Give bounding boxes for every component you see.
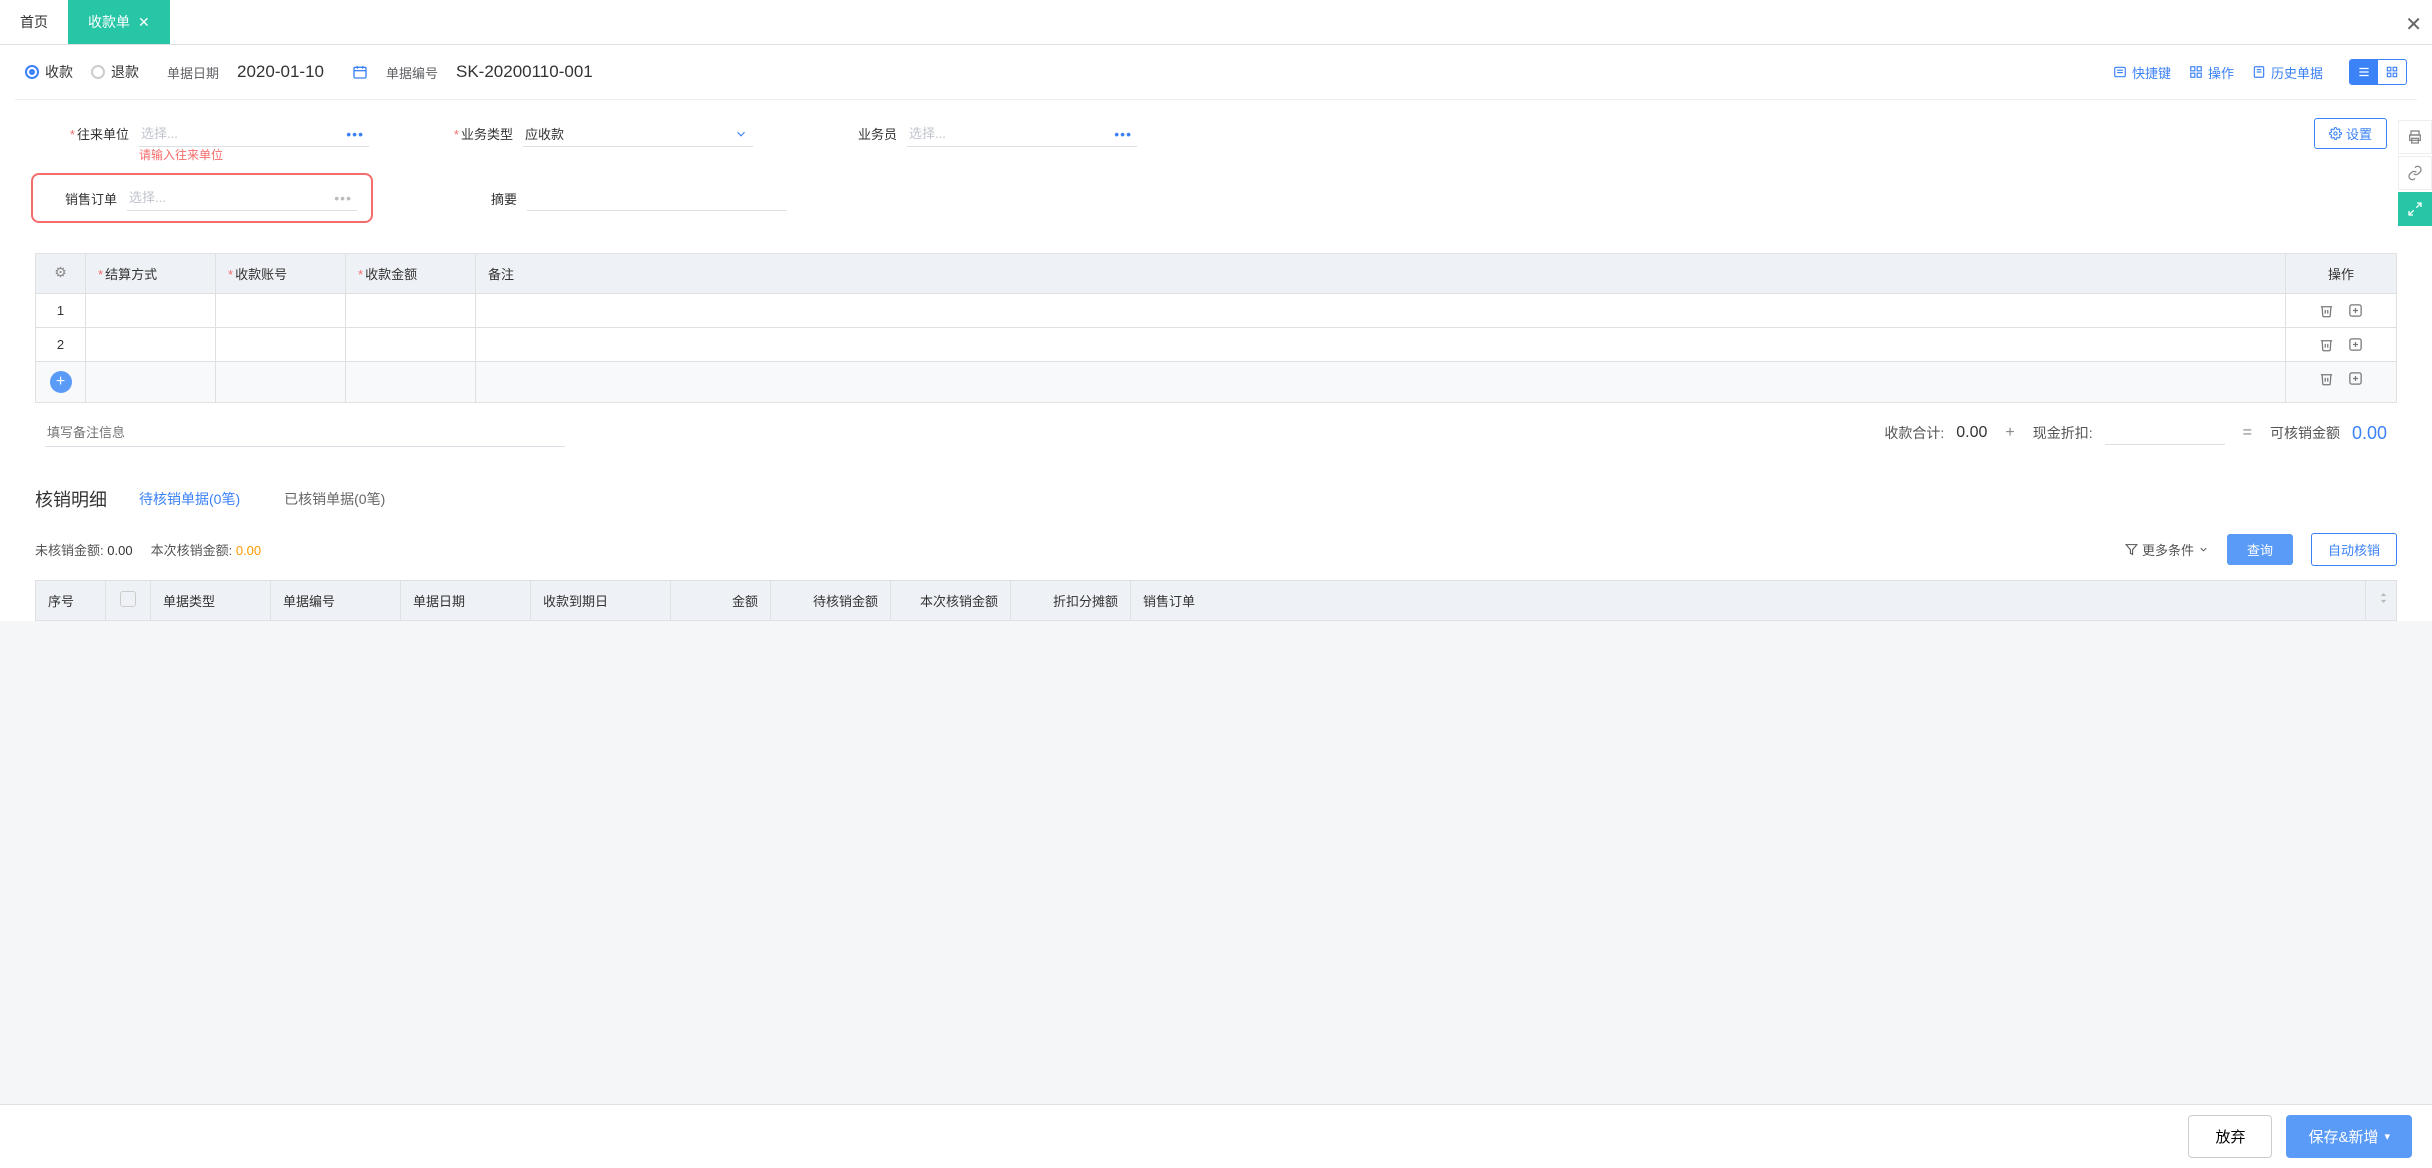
summary-input[interactable] xyxy=(527,185,787,211)
counterparty-error: 请输入往来单位 xyxy=(139,146,223,163)
close-icon[interactable]: ✕ xyxy=(138,14,150,31)
expand-icon[interactable] xyxy=(2398,192,2432,226)
doc-no-value: SK-20200110-001 xyxy=(456,62,593,82)
chevron-down-icon[interactable] xyxy=(734,127,748,141)
salesorder-highlight: 销售订单 ••• xyxy=(31,173,373,223)
lookup-icon[interactable]: ••• xyxy=(1114,126,1132,142)
print-icon[interactable] xyxy=(2398,120,2432,154)
verify-title: 核销明细 xyxy=(35,486,107,512)
verify-section: 核销明细 待核销单据(0笔) 已核销单据(0笔) 未核销金额: 0.00 本次核… xyxy=(35,483,2397,621)
biztype-field: *业务类型 xyxy=(429,118,753,149)
form-area: *往来单位 ••• 请输入往来单位 *业务类型 业务员 ••• 设置 xyxy=(15,100,2417,243)
biztype-input[interactable] xyxy=(523,121,753,147)
counterparty-input[interactable] xyxy=(139,121,369,147)
table-add-row: + xyxy=(36,362,2396,402)
radio-receipt[interactable]: 收款 xyxy=(25,62,73,82)
table-header: ⚙ *结算方式 *收款账号 *收款金额 备注 操作 xyxy=(36,254,2396,294)
add-row-icon[interactable] xyxy=(2348,303,2363,318)
link-icon[interactable] xyxy=(2398,156,2432,190)
table-row: 1 xyxy=(36,294,2396,328)
verifiable-value: 0.00 xyxy=(2352,423,2387,444)
more-conditions[interactable]: 更多条件 xyxy=(2125,540,2209,559)
radio-refund-label: 退款 xyxy=(111,62,139,82)
view-toggle xyxy=(2349,59,2407,85)
gear-icon[interactable]: ⚙ xyxy=(54,264,67,280)
verify-table-header: 序号 单据类型 单据编号 单据日期 收款到期日 金额 待核销金额 本次核销金额 … xyxy=(36,581,2396,620)
header-row: 收款 退款 单据日期 2020-01-10 单据编号 SK-20200110-0… xyxy=(15,45,2417,100)
close-icon[interactable]: ✕ xyxy=(2405,12,2422,37)
chevron-down-icon: ▾ xyxy=(2384,1130,2390,1143)
discount-label: 现金折扣: xyxy=(2033,423,2093,443)
add-row-icon[interactable] xyxy=(2348,371,2363,386)
payment-table: ⚙ *结算方式 *收款账号 *收款金额 备注 操作 1 2 xyxy=(35,253,2397,403)
radio-refund[interactable]: 退款 xyxy=(91,62,139,82)
radio-receipt-label: 收款 xyxy=(45,62,73,82)
tab-home[interactable]: 首页 xyxy=(0,0,68,44)
add-button[interactable]: + xyxy=(50,371,72,393)
shortcut-link[interactable]: 快捷键 xyxy=(2113,63,2171,82)
auto-verify-button[interactable]: 自动核销 xyxy=(2311,533,2397,566)
doc-date-label: 单据日期 xyxy=(167,63,219,82)
side-panel xyxy=(2398,120,2432,226)
summary-row: 收款合计: 0.00 + 现金折扣: = 可核销金额 0.00 xyxy=(15,403,2417,463)
total-value: 0.00 xyxy=(1956,424,1987,442)
transaction-type-radio: 收款 退款 xyxy=(15,62,149,82)
settings-button[interactable]: 设置 xyxy=(2314,118,2387,149)
save-button[interactable]: 保存&新增 ▾ xyxy=(2286,1115,2412,1158)
salesorder-input[interactable] xyxy=(127,185,357,211)
operator-field: 业务员 ••• xyxy=(813,118,1137,149)
tab-receipt[interactable]: 收款单 ✕ xyxy=(68,0,170,44)
cancel-button[interactable]: 放弃 xyxy=(2188,1115,2272,1158)
remark-input[interactable] xyxy=(45,419,565,447)
sort-icon[interactable] xyxy=(2366,581,2396,620)
query-button[interactable]: 查询 xyxy=(2227,534,2293,565)
verify-table: 序号 单据类型 单据编号 单据日期 收款到期日 金额 待核销金额 本次核销金额 … xyxy=(35,580,2397,621)
salesorder-field: 销售订单 ••• xyxy=(33,185,357,211)
table-row: 2 xyxy=(36,328,2396,362)
lookup-icon[interactable]: ••• xyxy=(346,126,364,142)
history-link[interactable]: 历史单据 xyxy=(2252,63,2323,82)
radio-icon xyxy=(25,65,39,79)
add-row-icon[interactable] xyxy=(2348,337,2363,352)
main-content: 收款 退款 单据日期 2020-01-10 单据编号 SK-20200110-0… xyxy=(0,45,2432,621)
lookup-icon[interactable]: ••• xyxy=(334,190,352,206)
checkbox[interactable] xyxy=(120,591,136,607)
doc-no-label: 单据编号 xyxy=(386,63,438,82)
radio-icon xyxy=(91,65,105,79)
verifiable-label: 可核销金额 xyxy=(2270,423,2340,443)
view-list-button[interactable] xyxy=(2350,60,2378,84)
total-label: 收款合计: xyxy=(1884,423,1944,443)
calendar-icon[interactable] xyxy=(352,64,368,80)
verify-tab-done[interactable]: 已核销单据(0笔) xyxy=(272,483,397,515)
delete-icon[interactable] xyxy=(2319,303,2334,318)
operate-link[interactable]: 操作 xyxy=(2189,63,2234,82)
delete-icon[interactable] xyxy=(2319,337,2334,352)
discount-input[interactable] xyxy=(2105,421,2225,445)
counterparty-field: *往来单位 ••• 请输入往来单位 xyxy=(45,118,369,149)
tab-bar: 首页 收款单 ✕ ✕ xyxy=(0,0,2432,45)
delete-icon[interactable] xyxy=(2319,371,2334,386)
operator-input[interactable] xyxy=(907,121,1137,147)
view-grid-button[interactable] xyxy=(2378,60,2406,84)
verify-tab-pending[interactable]: 待核销单据(0笔) xyxy=(127,483,252,515)
summary-field: 摘要 xyxy=(433,173,787,223)
doc-date-value[interactable]: 2020-01-10 xyxy=(237,62,324,82)
footer-bar: 放弃 保存&新增 ▾ xyxy=(0,1104,2432,1168)
tab-receipt-label: 收款单 xyxy=(88,12,130,32)
